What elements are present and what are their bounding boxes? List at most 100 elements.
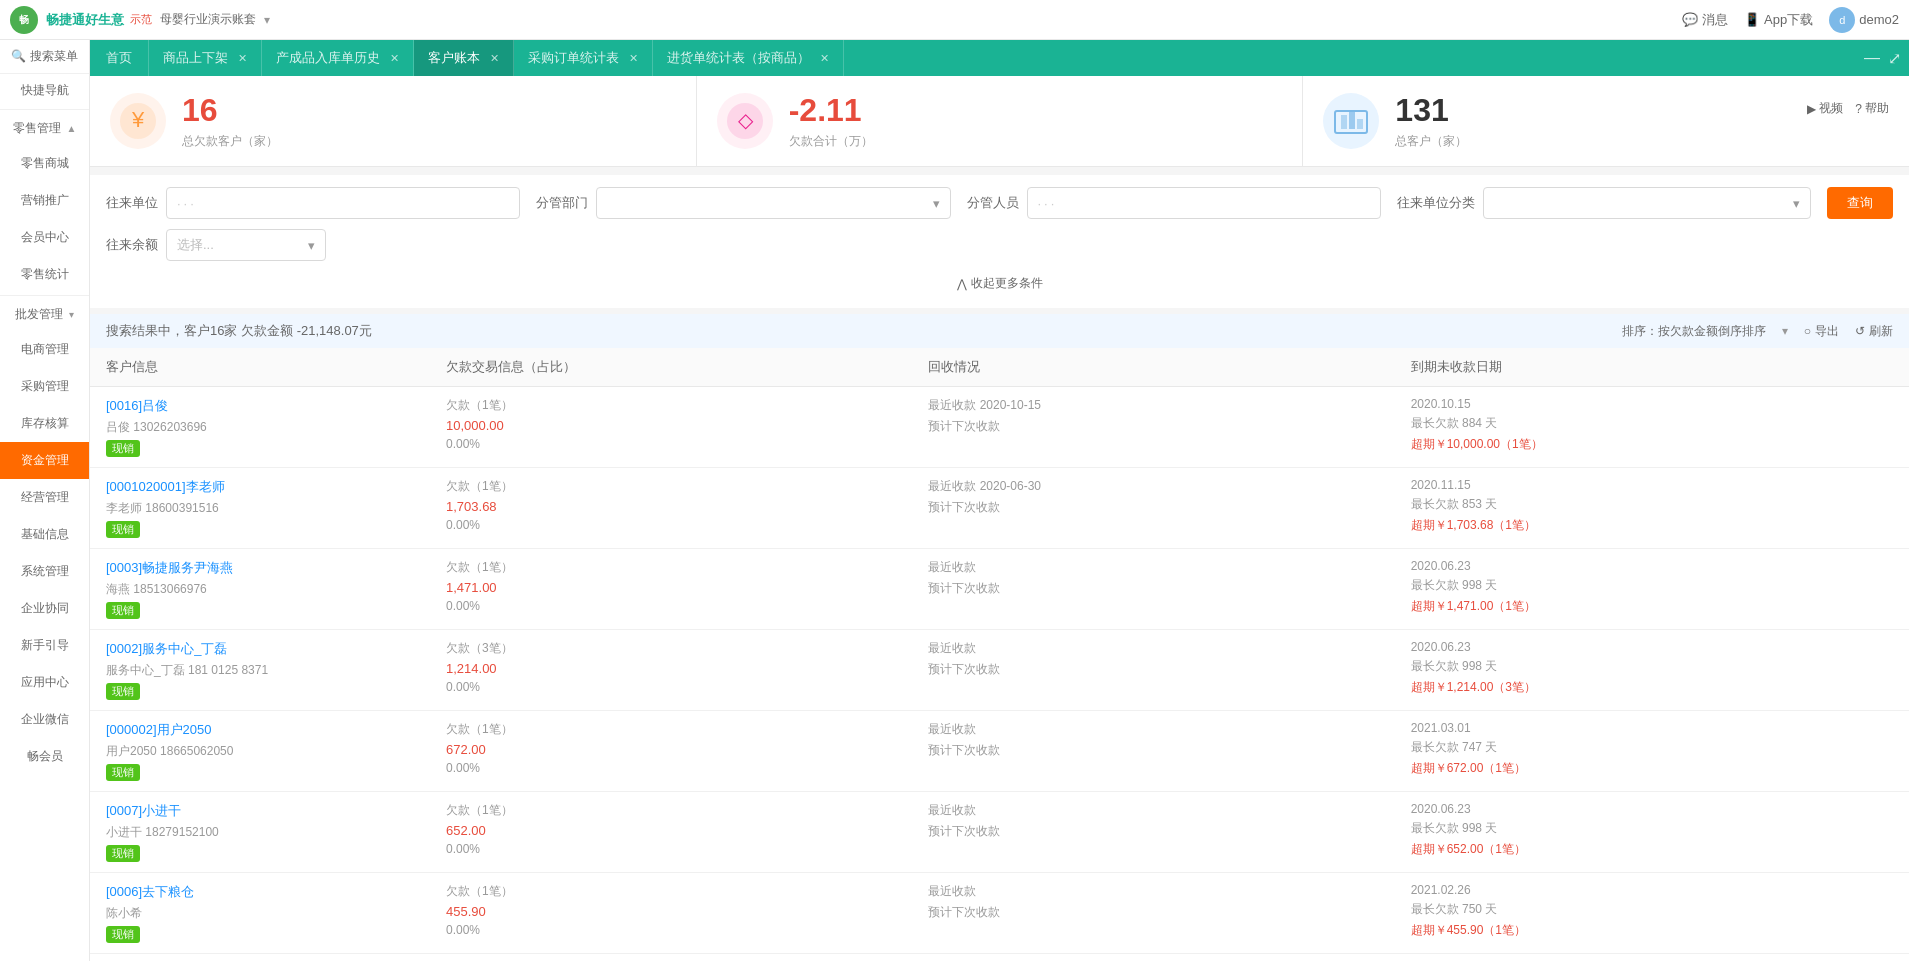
filter-row-1: 往来单位 ··· 分管部门 ▾ bbox=[106, 187, 1893, 219]
collapse-btn[interactable]: ⋀ 收起更多条件 bbox=[106, 271, 1893, 296]
customer-name-2[interactable]: [0003]畅捷服务尹海燕 bbox=[106, 559, 446, 577]
video-btn[interactable]: ▶ 视频 bbox=[1807, 100, 1843, 117]
sidebar-quick-nav[interactable]: 快捷导航 bbox=[0, 74, 89, 107]
tab-product-shelf-close[interactable]: ✕ bbox=[238, 52, 247, 65]
refresh-btn[interactable]: ↺ 刷新 bbox=[1855, 323, 1893, 340]
retail-store-label: 零售商城 bbox=[21, 155, 69, 172]
overdue-text-2[interactable]: 超期￥1,471.00（1笔） bbox=[1411, 598, 1893, 615]
result-info-left: 搜索结果中，客户16家 欠款金额 -21,148.07元 bbox=[106, 322, 372, 340]
person-input[interactable]: ··· bbox=[1027, 187, 1381, 219]
stat-debt-amount: ◇ -2.11 欠款合计（万） bbox=[697, 76, 1304, 166]
svg-text:¥: ¥ bbox=[131, 107, 145, 132]
filter-area: 往来单位 ··· 分管部门 ▾ bbox=[90, 175, 1909, 308]
debt-cell-4: 欠款（1笔） 672.00 0.00% bbox=[446, 721, 928, 781]
customer-phone-5: 小进干 18279152100 bbox=[106, 824, 446, 841]
last-collect-0: 最近收款 2020-10-15 bbox=[928, 397, 1410, 414]
tab-inbound-stats-close[interactable]: ✕ bbox=[820, 52, 829, 65]
sidebar-item-member-plan[interactable]: 畅会员 bbox=[0, 738, 89, 775]
help-btn[interactable]: ? 帮助 bbox=[1855, 100, 1889, 117]
tab-home[interactable]: 首页 bbox=[90, 40, 149, 76]
tab-maximize-icon[interactable]: ⤢ bbox=[1888, 49, 1901, 68]
debt-percent-4: 0.00% bbox=[446, 761, 928, 775]
customer-name-3[interactable]: [0002]服务中心_丁磊 bbox=[106, 640, 446, 658]
sidebar-item-marketing[interactable]: 营销推广 bbox=[0, 182, 89, 219]
sidebar-item-inventory[interactable]: 库存核算 bbox=[0, 405, 89, 442]
table-row: [0007]小进干 小进干 18279152100 现销 欠款（1笔） 652.… bbox=[90, 792, 1909, 873]
overdue-text-6[interactable]: 超期￥455.90（1笔） bbox=[1411, 922, 1893, 939]
debt-label-4: 欠款（1笔） bbox=[446, 721, 928, 738]
sidebar-item-app-center[interactable]: 应用中心 bbox=[0, 664, 89, 701]
sidebar-item-sys[interactable]: 系统管理 bbox=[0, 553, 89, 590]
app-download-btn[interactable]: 📱 App下载 bbox=[1744, 11, 1813, 29]
collection-cell-3: 最近收款 预计下次收款 bbox=[928, 640, 1410, 700]
mobile-icon: 📱 bbox=[1744, 12, 1760, 27]
export-btn[interactable]: ○ 导出 bbox=[1804, 323, 1839, 340]
last-collect-2: 最近收款 bbox=[928, 559, 1410, 576]
debt-percent-0: 0.00% bbox=[446, 437, 928, 451]
overdue-text-4[interactable]: 超期￥672.00（1笔） bbox=[1411, 760, 1893, 777]
overdue-text-0[interactable]: 超期￥10,000.00（1笔） bbox=[1411, 436, 1893, 453]
sidebar-item-ecommerce[interactable]: 电商管理 bbox=[0, 331, 89, 368]
tab-inbound-stats[interactable]: 进货单统计表（按商品） ✕ bbox=[653, 40, 844, 76]
tab-production-history-close[interactable]: ✕ bbox=[390, 52, 399, 65]
sidebar-item-new-guide[interactable]: 新手引导 bbox=[0, 627, 89, 664]
customer-phone-3: 服务中心_丁磊 181 0125 8371 bbox=[106, 662, 446, 679]
brand-sub: 示范 bbox=[130, 12, 152, 27]
due-date-0: 2020.10.15 bbox=[1411, 397, 1893, 411]
customer-name-6[interactable]: [0006]去下粮仓 bbox=[106, 883, 446, 901]
sidebar-item-retail-stats[interactable]: 零售统计 bbox=[0, 256, 89, 293]
collection-cell-1: 最近收款 2020-06-30 预计下次收款 bbox=[928, 478, 1410, 538]
customer-name-0[interactable]: [0016]吕俊 bbox=[106, 397, 446, 415]
sidebar-item-corp-collab[interactable]: 企业协同 bbox=[0, 590, 89, 627]
sidebar-item-purchase[interactable]: 采购管理 bbox=[0, 368, 89, 405]
overdue-text-1[interactable]: 超期￥1,703.68（1笔） bbox=[1411, 517, 1893, 534]
tab-product-shelf[interactable]: 商品上下架 ✕ bbox=[149, 40, 262, 76]
stat-total-debt-customers: ¥ 16 总欠款客户（家） bbox=[90, 76, 697, 166]
customer-info-1: [0001020001]李老师 李老师 18600391516 现销 bbox=[106, 478, 446, 538]
sidebar-item-finance[interactable]: 资金管理 bbox=[0, 442, 89, 479]
company-dropdown-icon[interactable]: ▾ bbox=[264, 13, 270, 27]
marketing-label: 营销推广 bbox=[21, 192, 69, 209]
company-selector[interactable]: 母婴行业演示账套 bbox=[160, 11, 256, 28]
search-button[interactable]: 查询 bbox=[1827, 187, 1893, 219]
debt-cell-1: 欠款（1笔） 1,703.68 0.00% bbox=[446, 478, 928, 538]
sidebar-item-batch-mgmt[interactable]: 批发管理 ▾ bbox=[0, 298, 89, 331]
refresh-icon: ↺ bbox=[1855, 324, 1865, 338]
help-icon: ? bbox=[1855, 102, 1862, 116]
sidebar-item-retail-mgmt[interactable]: 零售管理 ▲ bbox=[0, 112, 89, 145]
tab-customer-account[interactable]: 客户账本 ✕ bbox=[414, 40, 514, 76]
table-header: 客户信息 欠款交易信息（占比） 回收情况 到期未收款日期 bbox=[90, 348, 1909, 387]
dept-select[interactable]: ▾ bbox=[596, 187, 950, 219]
tab-customer-account-close[interactable]: ✕ bbox=[490, 52, 499, 65]
table-row: [0002]服务中心_丁磊 服务中心_丁磊 181 0125 8371 现销 欠… bbox=[90, 630, 1909, 711]
customer-name-4[interactable]: [000002]用户2050 bbox=[106, 721, 446, 739]
balance-select[interactable]: 选择... ▾ bbox=[166, 229, 326, 261]
tab-production-history[interactable]: 产成品入库单历史 ✕ bbox=[262, 40, 414, 76]
source-unit-input[interactable]: ··· bbox=[166, 187, 520, 219]
debt-amount-3: 1,214.00 bbox=[446, 661, 928, 676]
next-collect-4: 预计下次收款 bbox=[928, 742, 1410, 759]
overdue-text-3[interactable]: 超期￥1,214.00（3笔） bbox=[1411, 679, 1893, 696]
customer-name-1[interactable]: [0001020001]李老师 bbox=[106, 478, 446, 496]
sidebar-item-ops[interactable]: 经营管理 bbox=[0, 479, 89, 516]
batch-mgmt-arrow: ▾ bbox=[69, 309, 74, 320]
unit-category-select[interactable]: ▾ bbox=[1483, 187, 1811, 219]
sidebar-search[interactable]: 🔍 搜索菜单 bbox=[0, 40, 89, 74]
table-row: [0016]吕俊 吕俊 13026203696 现销 欠款（1笔） 10,000… bbox=[90, 387, 1909, 468]
tab-inbound-stats-label: 进货单统计表（按商品） bbox=[667, 49, 810, 67]
sidebar-item-corp-wechat[interactable]: 企业微信 bbox=[0, 701, 89, 738]
batch-mgmt-label: 批发管理 bbox=[15, 306, 63, 323]
customer-name-5[interactable]: [0007]小进干 bbox=[106, 802, 446, 820]
user-avatar[interactable]: d demo2 bbox=[1829, 7, 1899, 33]
due-date-3: 2020.06.23 bbox=[1411, 640, 1893, 654]
tab-purchase-order-stats-close[interactable]: ✕ bbox=[629, 52, 638, 65]
sidebar-divider2 bbox=[0, 295, 89, 296]
overdue-text-5[interactable]: 超期￥652.00（1笔） bbox=[1411, 841, 1893, 858]
sidebar-item-member[interactable]: 会员中心 bbox=[0, 219, 89, 256]
sys-label: 系统管理 bbox=[21, 563, 69, 580]
sidebar-item-retail-store[interactable]: 零售商城 bbox=[0, 145, 89, 182]
message-btn[interactable]: 💬 消息 bbox=[1682, 11, 1728, 29]
sidebar-item-basic[interactable]: 基础信息 bbox=[0, 516, 89, 553]
tab-purchase-order-stats[interactable]: 采购订单统计表 ✕ bbox=[514, 40, 653, 76]
tab-minimize-icon[interactable]: — bbox=[1864, 49, 1880, 67]
